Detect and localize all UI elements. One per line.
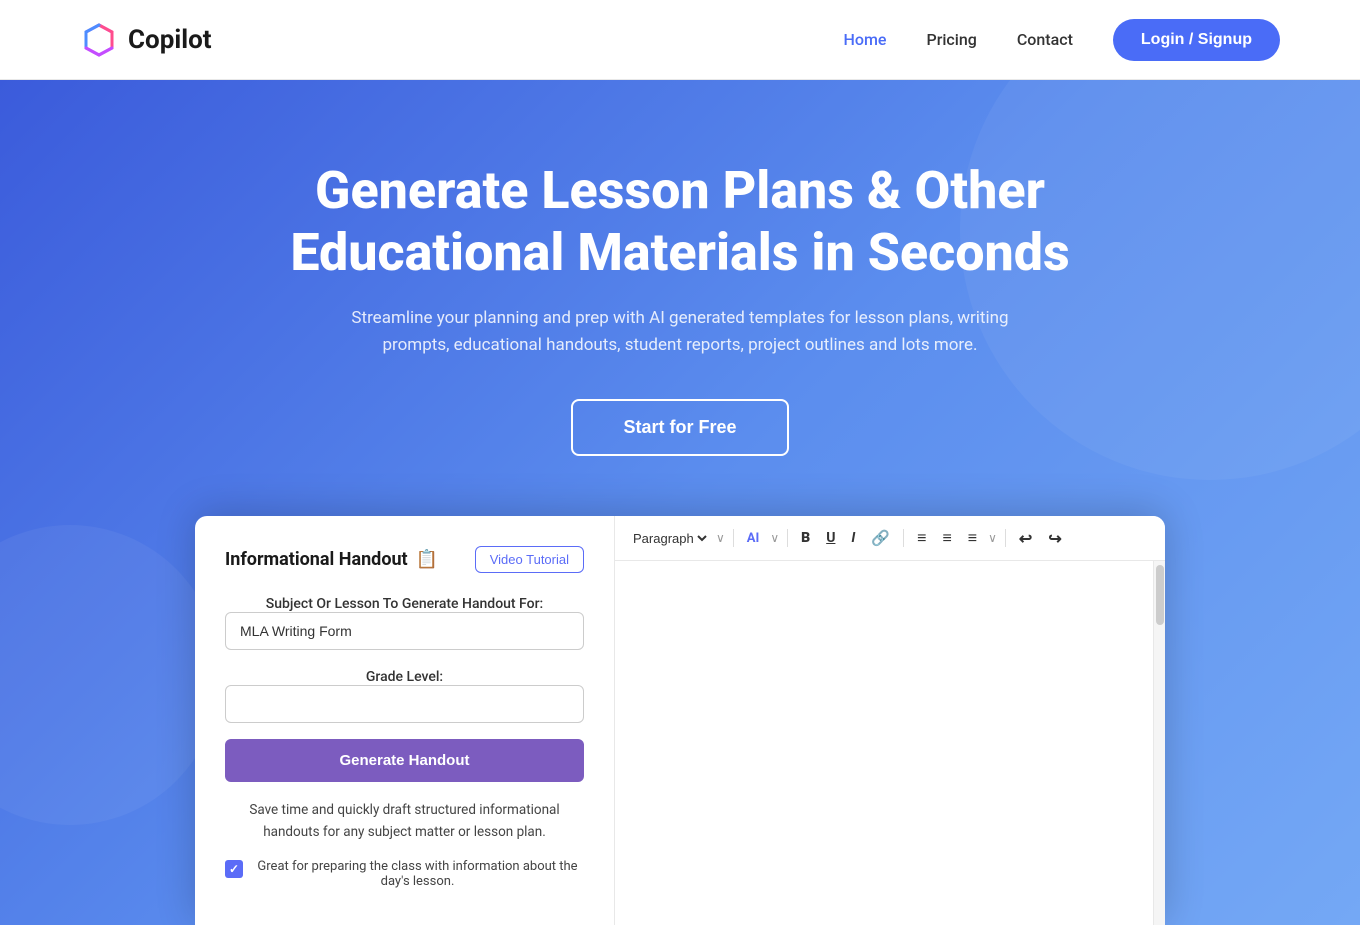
undo-button[interactable]: ↩ [1014, 527, 1037, 550]
check-text-1: Great for preparing the class with infor… [251, 859, 584, 889]
editor-body [615, 561, 1165, 925]
demo-container: Informational Handout 📋 Video Tutorial S… [195, 516, 1165, 925]
align-button[interactable]: ≡ [963, 526, 982, 550]
generate-handout-button[interactable]: Generate Handout [225, 739, 584, 782]
underline-button[interactable]: U [821, 528, 840, 548]
start-for-free-button[interactable]: Start for Free [571, 399, 788, 456]
demo-title: Informational Handout [225, 549, 408, 570]
redo-button[interactable]: ↪ [1043, 527, 1066, 550]
paragraph-select[interactable]: Paragraph [629, 530, 710, 547]
nav-home[interactable]: Home [844, 30, 887, 49]
ordered-list-button[interactable]: ≡ [937, 526, 956, 550]
subject-input[interactable] [225, 612, 584, 650]
toolbar-divider-2 [787, 529, 788, 547]
hero-section: Generate Lesson Plans & Other Educationa… [0, 80, 1360, 925]
editor-toolbar: Paragraph ∨ AI ∨ B U I 🔗 ≡ ≡ ≡ ∨ ↩ ↪ [615, 516, 1165, 561]
subject-label: Subject Or Lesson To Generate Handout Fo… [266, 596, 543, 612]
bold-button[interactable]: B [796, 528, 815, 548]
demo-description: Save time and quickly draft structured i… [225, 800, 584, 843]
toolbar-divider-4 [1005, 529, 1006, 547]
check-icon-1 [225, 860, 243, 878]
demo-right-panel: Paragraph ∨ AI ∨ B U I 🔗 ≡ ≡ ≡ ∨ ↩ ↪ [615, 516, 1165, 925]
nav-links: Home Pricing Contact Login / Signup [844, 19, 1280, 61]
ai-button[interactable]: AI [742, 529, 765, 548]
toolbar-divider-1 [733, 529, 734, 547]
grade-label: Grade Level: [366, 669, 443, 685]
italic-button[interactable]: I [846, 528, 860, 548]
nav-pricing[interactable]: Pricing [926, 30, 976, 49]
hero-subtitle: Streamline your planning and prep with A… [320, 305, 1040, 359]
logo-text: Copilot [128, 25, 212, 55]
demo-header: Informational Handout 📋 Video Tutorial [225, 546, 584, 573]
nav-contact[interactable]: Contact [1017, 30, 1073, 49]
demo-title-row: Informational Handout 📋 [225, 549, 438, 570]
navbar: Copilot Home Pricing Contact Login / Sig… [0, 0, 1360, 80]
hero-title: Generate Lesson Plans & Other Educationa… [290, 160, 1070, 285]
demo-left-panel: Informational Handout 📋 Video Tutorial S… [195, 516, 615, 925]
video-tutorial-button[interactable]: Video Tutorial [475, 546, 584, 573]
login-signup-button[interactable]: Login / Signup [1113, 19, 1280, 61]
check-item-1: Great for preparing the class with infor… [225, 859, 584, 889]
scrollbar-track[interactable] [1153, 561, 1165, 925]
doc-icon: 📋 [416, 549, 438, 570]
link-button[interactable]: 🔗 [866, 527, 895, 549]
logo-icon [80, 21, 118, 59]
grade-input[interactable] [225, 685, 584, 723]
logo-area: Copilot [80, 21, 212, 59]
bullet-list-button[interactable]: ≡ [912, 526, 931, 550]
scrollbar-thumb[interactable] [1156, 565, 1164, 625]
toolbar-divider-3 [903, 529, 904, 547]
